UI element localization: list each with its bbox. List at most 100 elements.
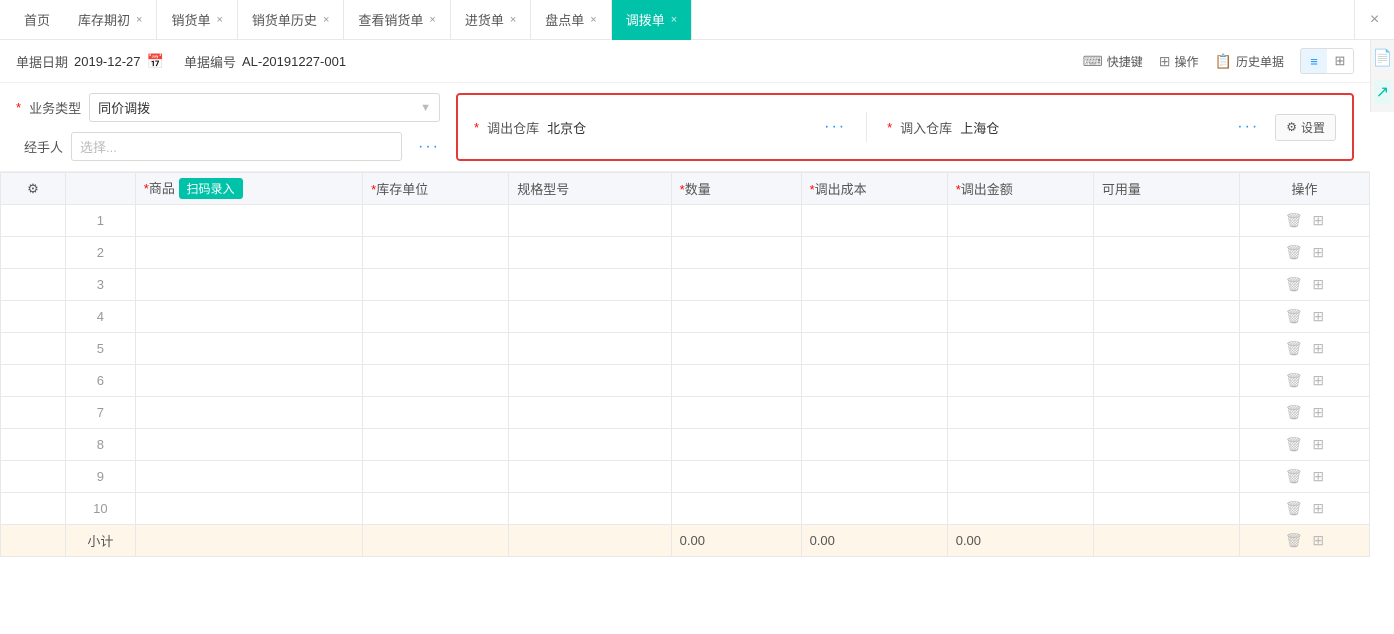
delete-row-icon[interactable]: 🗑	[1285, 372, 1303, 388]
row-product-cell[interactable]	[135, 397, 362, 429]
operations-button[interactable]: ⊞ 操作	[1159, 53, 1199, 70]
delete-row-icon[interactable]: 🗑	[1285, 244, 1303, 260]
handler-more-icon[interactable]: ···	[418, 138, 440, 156]
row-unit-cell[interactable]	[363, 461, 509, 493]
row-amount-cell[interactable]	[947, 269, 1093, 301]
row-amount-cell[interactable]	[947, 461, 1093, 493]
copy-row-icon[interactable]: ⊞	[1312, 372, 1324, 388]
row-unit-cell[interactable]	[363, 493, 509, 525]
col-gear-header[interactable]: ⚙	[1, 173, 66, 205]
row-spec-cell[interactable]	[509, 493, 671, 525]
inventory-check-close[interactable]: ×	[590, 14, 596, 26]
row-cost-cell[interactable]	[801, 301, 947, 333]
out-warehouse-more-icon[interactable]: ···	[824, 118, 846, 136]
row-avail-cell[interactable]	[1093, 429, 1239, 461]
sales-history-close[interactable]: ×	[323, 14, 329, 26]
scan-button[interactable]: 扫码录入	[179, 178, 243, 199]
row-unit-cell[interactable]	[363, 397, 509, 429]
row-cost-cell[interactable]	[801, 269, 947, 301]
row-avail-cell[interactable]	[1093, 301, 1239, 333]
row-avail-cell[interactable]	[1093, 461, 1239, 493]
home-tab[interactable]: 首页	[10, 10, 64, 29]
delete-row-icon[interactable]: 🗑	[1285, 276, 1303, 292]
view-sales-tab[interactable]: 查看销货单 ×	[344, 0, 450, 40]
panel-settings-button[interactable]: ⚙ 设置	[1275, 114, 1336, 141]
delete-row-icon[interactable]: 🗑	[1285, 500, 1303, 516]
row-cost-cell[interactable]	[801, 205, 947, 237]
row-amount-cell[interactable]	[947, 365, 1093, 397]
window-close-button[interactable]: ×	[1354, 0, 1394, 40]
row-amount-cell[interactable]	[947, 429, 1093, 461]
history-button[interactable]: 📋 历史单据	[1215, 53, 1284, 70]
copy-row-icon[interactable]: ⊞	[1312, 244, 1324, 260]
row-avail-cell[interactable]	[1093, 333, 1239, 365]
row-unit-cell[interactable]	[363, 205, 509, 237]
row-product-cell[interactable]	[135, 237, 362, 269]
row-qty-cell[interactable]	[671, 269, 801, 301]
row-amount-cell[interactable]	[947, 397, 1093, 429]
row-amount-cell[interactable]	[947, 333, 1093, 365]
row-unit-cell[interactable]	[363, 269, 509, 301]
row-qty-cell[interactable]	[671, 397, 801, 429]
row-unit-cell[interactable]	[363, 301, 509, 333]
row-product-cell[interactable]	[135, 461, 362, 493]
row-spec-cell[interactable]	[509, 301, 671, 333]
row-avail-cell[interactable]	[1093, 397, 1239, 429]
side-doc-icon[interactable]: 📄	[1373, 48, 1393, 68]
delete-row-icon[interactable]: 🗑	[1285, 468, 1303, 484]
sales-order-tab[interactable]: 销货单 ×	[157, 0, 237, 40]
row-spec-cell[interactable]	[509, 333, 671, 365]
row-cost-cell[interactable]	[801, 493, 947, 525]
row-qty-cell[interactable]	[671, 205, 801, 237]
row-avail-cell[interactable]	[1093, 493, 1239, 525]
purchase-close[interactable]: ×	[510, 14, 516, 26]
delete-last-icon[interactable]: 🗑	[1285, 532, 1303, 548]
row-spec-cell[interactable]	[509, 397, 671, 429]
transfer-order-close[interactable]: ×	[671, 14, 677, 26]
row-product-cell[interactable]	[135, 301, 362, 333]
in-warehouse-more-icon[interactable]: ···	[1237, 118, 1259, 136]
row-product-cell[interactable]	[135, 205, 362, 237]
row-product-cell[interactable]	[135, 333, 362, 365]
handler-select[interactable]: 选择...	[71, 132, 402, 161]
column-settings-icon[interactable]: ⚙	[27, 181, 39, 196]
row-cost-cell[interactable]	[801, 397, 947, 429]
inventory-check-tab[interactable]: 盘点单 ×	[531, 0, 611, 40]
copy-last-icon[interactable]: ⊞	[1312, 532, 1324, 548]
row-qty-cell[interactable]	[671, 301, 801, 333]
delete-row-icon[interactable]: 🗑	[1285, 404, 1303, 420]
copy-row-icon[interactable]: ⊞	[1312, 436, 1324, 452]
row-amount-cell[interactable]	[947, 237, 1093, 269]
side-export-icon[interactable]: ↗	[1374, 80, 1391, 104]
delete-row-icon[interactable]: 🗑	[1285, 436, 1303, 452]
row-spec-cell[interactable]	[509, 237, 671, 269]
row-spec-cell[interactable]	[509, 365, 671, 397]
copy-row-icon[interactable]: ⊞	[1312, 212, 1324, 228]
copy-row-icon[interactable]: ⊞	[1312, 340, 1324, 356]
sales-order-close[interactable]: ×	[216, 14, 222, 26]
row-amount-cell[interactable]	[947, 205, 1093, 237]
business-type-select[interactable]: 同价调拨 ▼	[89, 93, 440, 122]
row-amount-cell[interactable]	[947, 493, 1093, 525]
delete-row-icon[interactable]: 🗑	[1285, 308, 1303, 324]
inventory-init-tab[interactable]: 库存期初 ×	[64, 0, 157, 40]
row-qty-cell[interactable]	[671, 429, 801, 461]
view-sales-close[interactable]: ×	[429, 14, 435, 26]
row-avail-cell[interactable]	[1093, 365, 1239, 397]
row-unit-cell[interactable]	[363, 237, 509, 269]
row-product-cell[interactable]	[135, 493, 362, 525]
row-spec-cell[interactable]	[509, 429, 671, 461]
copy-row-icon[interactable]: ⊞	[1312, 308, 1324, 324]
row-qty-cell[interactable]	[671, 333, 801, 365]
copy-row-icon[interactable]: ⊞	[1312, 500, 1324, 516]
delete-row-icon[interactable]: 🗑	[1285, 212, 1303, 228]
row-product-cell[interactable]	[135, 269, 362, 301]
row-avail-cell[interactable]	[1093, 205, 1239, 237]
row-qty-cell[interactable]	[671, 365, 801, 397]
copy-row-icon[interactable]: ⊞	[1312, 468, 1324, 484]
row-qty-cell[interactable]	[671, 237, 801, 269]
row-spec-cell[interactable]	[509, 461, 671, 493]
row-unit-cell[interactable]	[363, 333, 509, 365]
row-cost-cell[interactable]	[801, 365, 947, 397]
row-unit-cell[interactable]	[363, 429, 509, 461]
